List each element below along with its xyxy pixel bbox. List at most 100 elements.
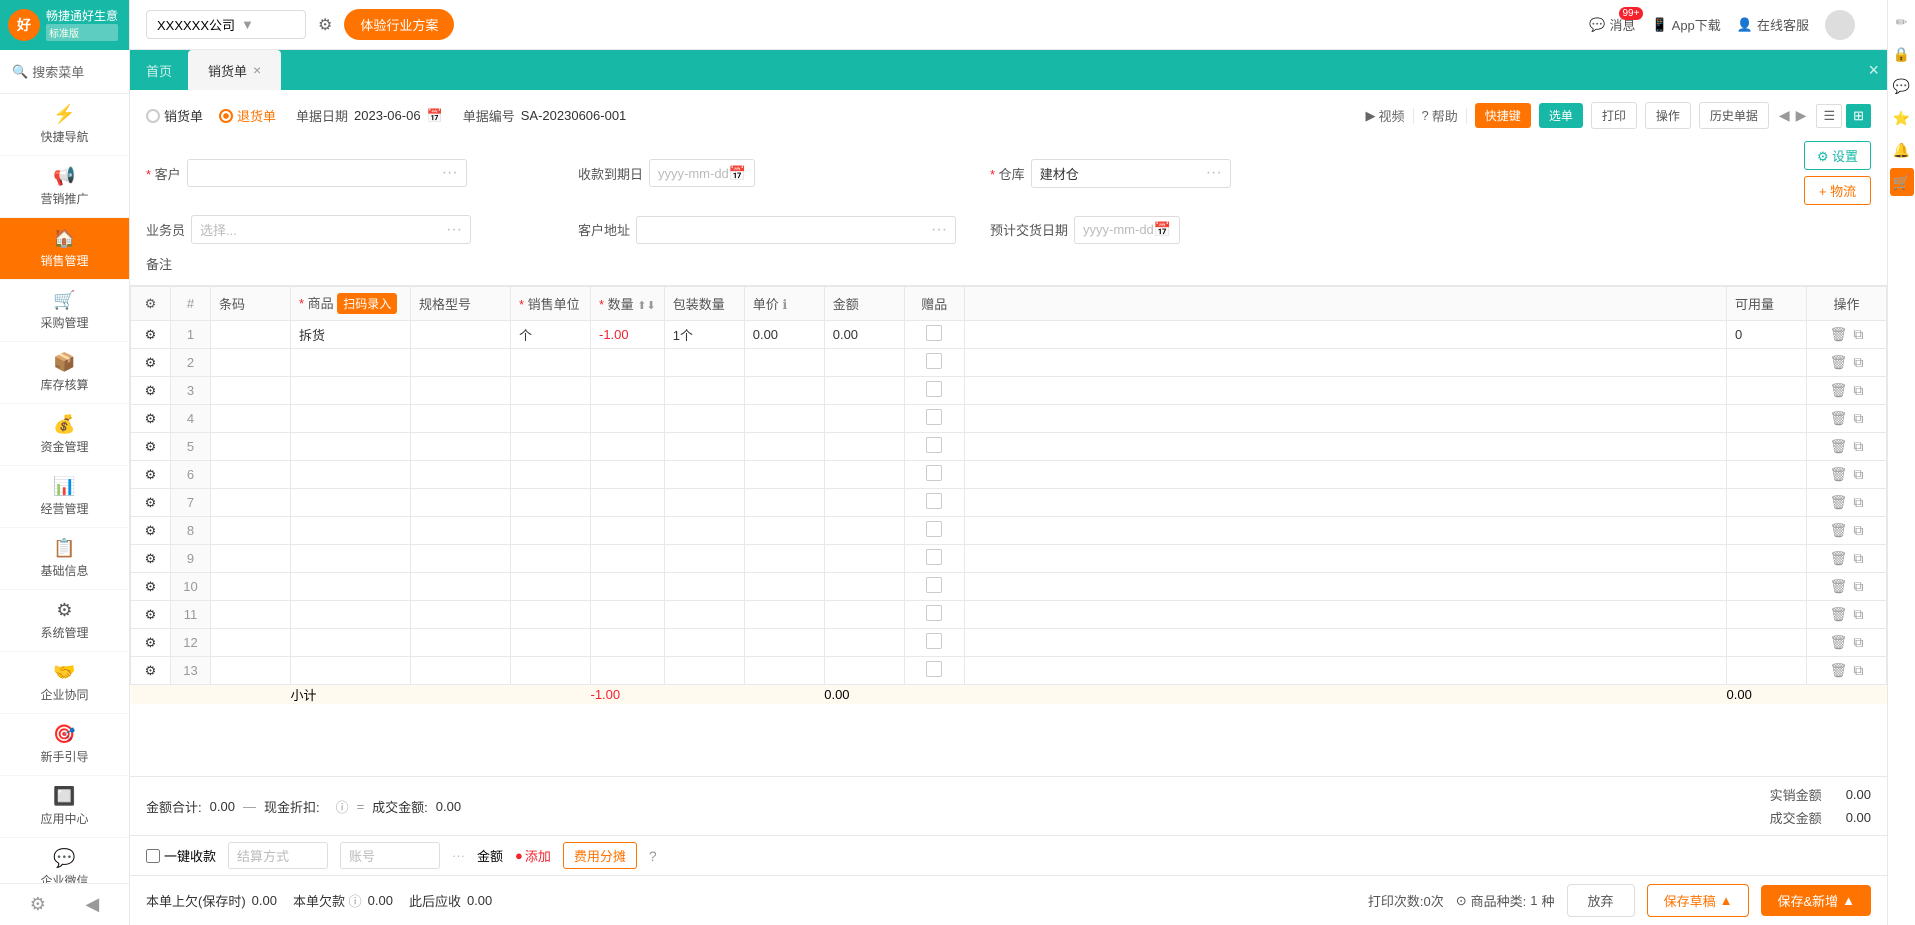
row-price-cell[interactable] — [744, 489, 824, 517]
topbar-gear-icon[interactable]: ⚙ — [318, 15, 332, 35]
copy-icon[interactable]: ⧉ — [1853, 522, 1863, 539]
row-price-cell[interactable] — [744, 545, 824, 573]
row-qty-cell[interactable] — [591, 405, 665, 433]
sidebar-item-sales[interactable]: 🏠 销售管理 — [0, 218, 129, 280]
copy-icon[interactable]: ⧉ — [1853, 466, 1863, 483]
gift-checkbox[interactable] — [926, 381, 942, 397]
installment-help-icon[interactable]: ⓘ — [349, 894, 362, 909]
row-qty-cell[interactable] — [591, 489, 665, 517]
row-unit-cell[interactable] — [511, 573, 591, 601]
save-new-button[interactable]: 保存&新增 ▲ — [1761, 885, 1871, 916]
print-button[interactable]: 打印 — [1591, 102, 1637, 129]
gift-checkbox[interactable] — [926, 437, 942, 453]
row-goods-cell[interactable] — [291, 349, 411, 377]
copy-icon[interactable]: ⧉ — [1853, 326, 1863, 343]
delete-icon[interactable]: 🗑 — [1830, 662, 1848, 679]
row-gift-cell[interactable] — [904, 517, 964, 545]
history-button[interactable]: 历史单据 — [1699, 102, 1769, 129]
user-avatar[interactable] — [1825, 10, 1855, 40]
payment-method-input[interactable]: 结算方式 — [228, 842, 328, 869]
row-unit-cell[interactable] — [511, 601, 591, 629]
row-price-cell[interactable] — [744, 601, 824, 629]
view-grid-button[interactable]: ⊞ — [1846, 104, 1871, 128]
gift-checkbox[interactable] — [926, 661, 942, 677]
sidebar-item-guide[interactable]: 🎯 新手引导 — [0, 714, 129, 776]
gift-checkbox[interactable] — [926, 605, 942, 621]
delete-icon[interactable]: 🗑 — [1830, 606, 1848, 623]
row-barcode-cell[interactable] — [211, 573, 291, 601]
row-pkgqty-cell[interactable] — [664, 517, 744, 545]
tab-close-icon[interactable]: × — [253, 62, 261, 78]
row-barcode-cell[interactable] — [211, 657, 291, 685]
discard-button[interactable]: 放弃 — [1567, 884, 1635, 917]
row-settings-cell[interactable]: ⚙ — [131, 405, 171, 433]
delete-icon[interactable]: 🗑 — [1830, 494, 1848, 511]
row-pkgqty-cell[interactable] — [664, 405, 744, 433]
copy-icon[interactable]: ⧉ — [1853, 382, 1863, 399]
action-video[interactable]: ▶ 视频 — [1366, 106, 1405, 125]
row-amount-cell[interactable] — [824, 461, 904, 489]
sidebar-item-quick-nav[interactable]: ⚡ 快捷导航 — [0, 94, 129, 156]
sidebar-item-wechat[interactable]: 💬 企业微信 — [0, 838, 129, 883]
salesperson-input[interactable]: 选择... ··· — [191, 215, 471, 244]
row-pkgqty-cell[interactable] — [664, 349, 744, 377]
row-settings-cell[interactable]: ⚙ — [131, 545, 171, 573]
account-input[interactable]: 账号 — [340, 842, 440, 869]
sidebar-item-finance[interactable]: 💰 资金管理 — [0, 404, 129, 466]
row-goods-cell[interactable] — [291, 545, 411, 573]
delete-icon[interactable]: 🗑 — [1830, 550, 1848, 567]
gift-checkbox[interactable] — [926, 465, 942, 481]
row-barcode-cell[interactable] — [211, 349, 291, 377]
view-list-button[interactable]: ☰ — [1816, 104, 1842, 128]
scan-button[interactable]: 扫码录入 — [337, 293, 397, 314]
gift-checkbox[interactable] — [926, 409, 942, 425]
gift-checkbox[interactable] — [926, 633, 942, 649]
row-barcode-cell[interactable] — [211, 545, 291, 573]
tab-home[interactable]: 首页 — [130, 50, 188, 90]
radio-sale-order[interactable]: 销货单 — [146, 106, 203, 125]
row-price-cell[interactable] — [744, 629, 824, 657]
delete-icon[interactable]: 🗑 — [1830, 354, 1848, 371]
settings-button[interactable]: ⚙ 设置 — [1804, 141, 1871, 170]
row-spec-cell[interactable] — [411, 349, 511, 377]
row-gift-cell[interactable] — [904, 377, 964, 405]
row-price-cell[interactable]: 0.00 — [744, 321, 824, 349]
row-qty-cell[interactable] — [591, 461, 665, 489]
rp-lock[interactable]: 🔒 — [1890, 40, 1914, 68]
help-circle-icon[interactable]: ⓘ — [336, 797, 349, 816]
row-goods-cell[interactable] — [291, 489, 411, 517]
row-amount-cell[interactable] — [824, 601, 904, 629]
sidebar-search[interactable]: 🔍 搜索菜单 — [0, 50, 129, 94]
row-goods-cell[interactable] — [291, 573, 411, 601]
expense-split-button[interactable]: 费用分摊 — [563, 842, 637, 869]
rp-star[interactable]: ⭐ — [1890, 104, 1914, 132]
row-barcode-cell[interactable] — [211, 321, 291, 349]
logistics-button[interactable]: + 物流 — [1804, 176, 1871, 205]
row-goods-cell[interactable] — [291, 601, 411, 629]
row-unit-cell[interactable] — [511, 377, 591, 405]
row-unit-cell[interactable] — [511, 545, 591, 573]
row-gift-cell[interactable] — [904, 405, 964, 433]
sidebar-item-operation[interactable]: 📊 经营管理 — [0, 466, 129, 528]
rp-orange-action[interactable]: 🛒 — [1890, 168, 1914, 196]
sidebar-item-app-center[interactable]: 🔲 应用中心 — [0, 776, 129, 838]
row-qty-cell[interactable] — [591, 657, 665, 685]
row-qty-cell[interactable] — [591, 545, 665, 573]
row-gift-cell[interactable] — [904, 489, 964, 517]
company-selector[interactable]: XXXXXX公司 ▼ — [146, 10, 306, 39]
row-price-cell[interactable] — [744, 657, 824, 685]
row-qty-cell[interactable] — [591, 601, 665, 629]
row-amount-cell[interactable] — [824, 573, 904, 601]
row-unit-cell[interactable] — [511, 489, 591, 517]
customer-input[interactable]: ··· — [187, 159, 467, 187]
copy-icon[interactable]: ⧉ — [1853, 438, 1863, 455]
sidebar-item-collab[interactable]: 🤝 企业协同 — [0, 652, 129, 714]
add-payment-button[interactable]: ● 添加 — [515, 846, 551, 865]
sidebar-item-system[interactable]: ⚙ 系统管理 — [0, 590, 129, 652]
row-price-cell[interactable] — [744, 517, 824, 545]
row-gift-cell[interactable] — [904, 461, 964, 489]
gift-checkbox[interactable] — [926, 493, 942, 509]
row-pkgqty-cell[interactable] — [664, 377, 744, 405]
row-barcode-cell[interactable] — [211, 405, 291, 433]
row-amount-cell[interactable] — [824, 489, 904, 517]
